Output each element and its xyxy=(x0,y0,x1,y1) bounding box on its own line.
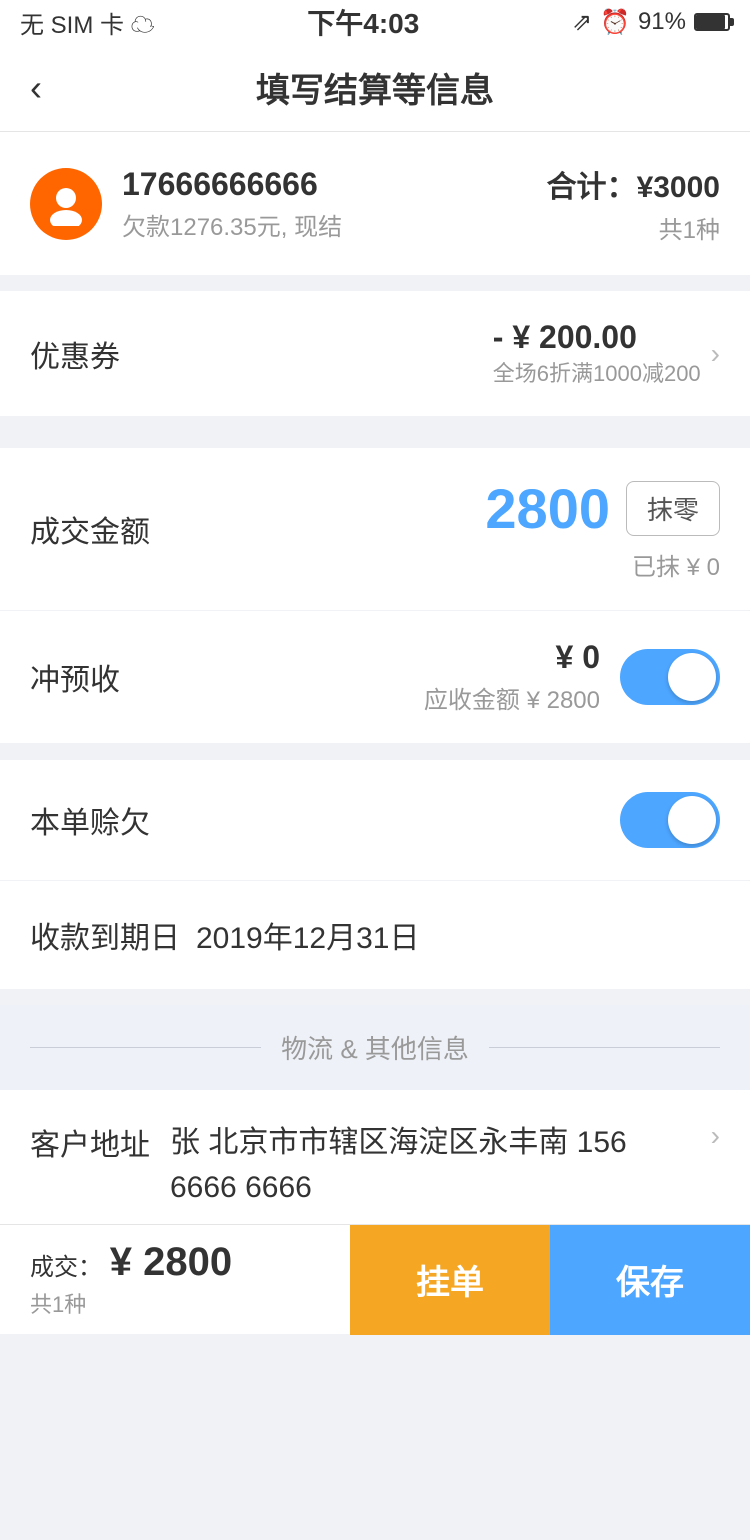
battery-status: 91% xyxy=(638,8,686,36)
pending-button[interactable]: 挂单 xyxy=(350,1225,550,1335)
battery-icon xyxy=(694,13,730,31)
toggle-knob xyxy=(668,653,716,701)
pre-receive-right: ¥ 0 应收金额 ¥ 2800 xyxy=(424,639,600,715)
deal-amount-label: 成交金额 xyxy=(30,507,150,551)
erased-text: 已抹 ¥ 0 xyxy=(632,547,720,582)
total-count: 共1种 xyxy=(547,210,720,245)
address-chevron-icon: › xyxy=(711,1120,720,1152)
status-time: 下午4:03 xyxy=(307,2,419,42)
back-button[interactable]: ‹ xyxy=(30,67,42,109)
bottom-bar: 成交： ¥ 2800 共1种 挂单 保存 xyxy=(0,1224,750,1334)
total-amount: 合计：¥3000 xyxy=(547,162,720,206)
credit-toggle[interactable] xyxy=(620,792,720,848)
status-bar: 无 SIM 卡 ☁ 下午4:03 ⇗ ⏰ 91% xyxy=(0,0,750,44)
sim-status: 无 SIM 卡 ☁ xyxy=(20,5,155,40)
nav-bar: ‹ 填写结算等信息 xyxy=(0,44,750,132)
pre-receive-receivable: 应收金额 ¥ 2800 xyxy=(424,680,600,715)
location-icon: ⇗ xyxy=(572,8,592,37)
credit-toggle-knob xyxy=(668,796,716,844)
coupon-label: 优惠券 xyxy=(30,332,120,376)
coupon-desc: 全场6折满1000减200 xyxy=(493,356,701,388)
pre-receive-amount: ¥ 0 xyxy=(424,639,600,676)
address-label: 客户地址 xyxy=(30,1120,150,1164)
address-row[interactable]: 客户地址 张 北京市市辖区海淀区永丰南 156 6666 6666 › xyxy=(0,1090,750,1240)
avatar xyxy=(30,168,102,240)
logistics-divider-text: 物流 & 其他信息 xyxy=(281,1029,469,1066)
customer-debt: 欠款1276.35元, 现结 xyxy=(122,207,342,242)
divider-line-left xyxy=(30,1047,261,1048)
bottom-count: 共1种 xyxy=(30,1287,320,1319)
bottom-summary: 成交： ¥ 2800 共1种 xyxy=(0,1240,350,1319)
credit-row: 本单赊欠 xyxy=(0,760,750,881)
coupon-row[interactable]: 优惠券 - ¥ 200.00 全场6折满1000减200 › xyxy=(0,291,750,416)
deal-amount-value: 2800 xyxy=(485,476,610,541)
section-divider-2 xyxy=(0,744,750,760)
due-date-row: 收款到期日 2019年12月31日 xyxy=(0,881,750,989)
bottom-deal-label: 成交： xyxy=(30,1254,102,1281)
status-right: ⇗ ⏰ 91% xyxy=(572,8,730,37)
logistics-divider: 物流 & 其他信息 xyxy=(0,1005,750,1090)
address-value: 张 北京市市辖区海淀区永丰南 156 6666 6666 xyxy=(170,1120,701,1210)
customer-left: 17666666666 欠款1276.35元, 现结 xyxy=(30,166,342,242)
divider-line-right xyxy=(489,1047,720,1048)
avatar-icon xyxy=(44,182,88,226)
customer-row: 17666666666 欠款1276.35元, 现结 合计：¥3000 共1种 xyxy=(0,132,750,275)
credit-label: 本单赊欠 xyxy=(30,798,150,842)
bottom-deal-line: 成交： ¥ 2800 xyxy=(30,1240,320,1285)
deal-amount-row: 成交金额 2800 抹零 已抹 ¥ 0 xyxy=(0,448,750,611)
bottom-amount: ¥ 2800 xyxy=(110,1240,232,1284)
due-date-value: 2019年12月31日 xyxy=(196,913,419,957)
alarm-icon: ⏰ xyxy=(600,8,630,37)
save-button[interactable]: 保存 xyxy=(550,1225,750,1335)
section-divider-1 xyxy=(0,432,750,448)
pre-receive-toggle[interactable] xyxy=(620,649,720,705)
coupon-chevron-icon: › xyxy=(711,338,720,370)
customer-total: 合计：¥3000 共1种 xyxy=(547,162,720,245)
pre-receive-label: 冲预收 xyxy=(30,655,120,699)
coupon-amount: - ¥ 200.00 xyxy=(493,319,701,356)
customer-phone: 17666666666 xyxy=(122,166,342,203)
page-title: 填写结算等信息 xyxy=(256,63,494,112)
section-divider-3 xyxy=(0,989,750,1005)
status-left: 无 SIM 卡 ☁ xyxy=(20,5,155,40)
pre-receive-row: 冲预收 ¥ 0 应收金额 ¥ 2800 xyxy=(0,611,750,744)
due-date-label: 收款到期日 xyxy=(30,913,180,957)
deal-amount-right: 2800 抹零 已抹 ¥ 0 xyxy=(485,476,720,582)
coupon-right: - ¥ 200.00 全场6折满1000减200 › xyxy=(493,319,720,388)
round-zero-button[interactable]: 抹零 xyxy=(626,481,720,536)
customer-info: 17666666666 欠款1276.35元, 现结 xyxy=(122,166,342,242)
